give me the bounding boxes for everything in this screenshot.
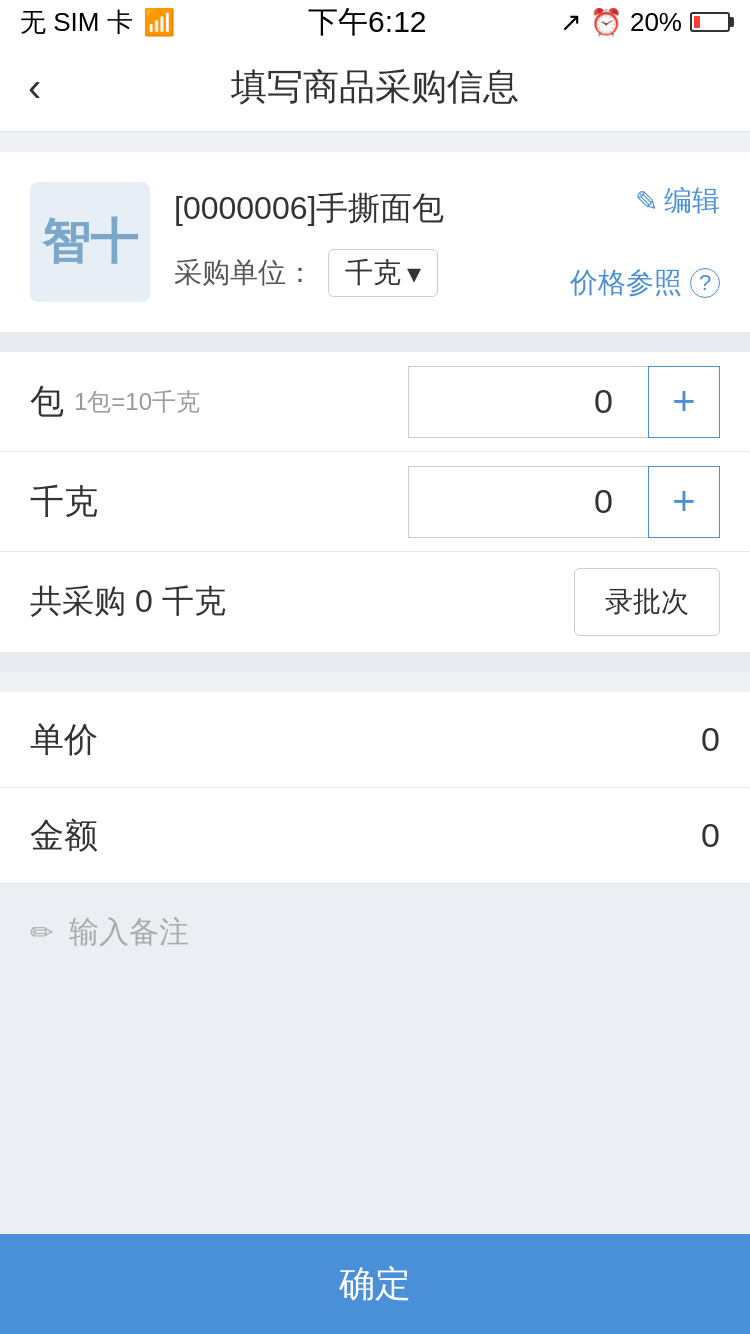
edit-label: 编辑: [664, 182, 720, 220]
confirm-label: 确定: [339, 1260, 411, 1309]
edit-icon: ✎: [635, 185, 658, 218]
unit-label: 采购单位：: [174, 254, 314, 292]
unit-price-label: 单价: [30, 717, 701, 763]
amount-label: 金额: [30, 813, 701, 859]
amount-row: 金额 0: [0, 788, 750, 884]
confirm-button[interactable]: 确定: [0, 1234, 750, 1334]
summary-section: 共采购 0 千克 录批次: [0, 552, 750, 652]
record-batch-button[interactable]: 录批次: [574, 568, 720, 636]
price-ref-help-icon: ?: [690, 268, 720, 298]
input-section: 包 1包=10千克 + 千克 +: [0, 352, 750, 552]
bag-label: 包: [30, 379, 64, 425]
price-ref-label: 价格参照: [570, 264, 682, 302]
remark-placeholder: 输入备注: [69, 912, 189, 953]
summary-text: 共采购 0 千克: [30, 580, 574, 624]
status-time: 下午6:12: [308, 2, 426, 43]
product-logo: 智十: [42, 218, 138, 266]
location-icon: ↗: [560, 7, 582, 38]
kg-plus-button[interactable]: +: [648, 466, 720, 538]
unit-select[interactable]: 千克 ▾: [328, 249, 438, 297]
pencil-icon: ✏: [30, 916, 53, 949]
alarm-icon: ⏰: [590, 7, 622, 38]
battery-percent: 20%: [630, 7, 682, 38]
bag-plus-button[interactable]: +: [648, 366, 720, 438]
status-bar: 无 SIM 卡 📶 下午6:12 ↗ ⏰ 20%: [0, 0, 750, 44]
kg-input-row: 千克 +: [0, 452, 750, 552]
amount-value: 0: [701, 816, 720, 855]
kg-input[interactable]: [408, 466, 648, 538]
wifi-icon: 📶: [143, 7, 175, 38]
bag-input-row: 包 1包=10千克 +: [0, 352, 750, 452]
bag-input-right: +: [408, 366, 720, 438]
carrier-label: 无 SIM 卡: [20, 5, 133, 40]
divider-2: [0, 652, 750, 672]
status-left: 无 SIM 卡 📶: [20, 5, 175, 40]
product-image: 智十: [30, 182, 150, 302]
summary-row: 共采购 0 千克 录批次: [0, 552, 750, 652]
price-section: 单价 0 金额 0: [0, 692, 750, 884]
unit-value: 千克: [345, 254, 401, 292]
product-card: 智十 [0000006]手撕面包 采购单位： 千克 ▾ ✎ 编辑 价格参照 ?: [0, 152, 750, 332]
price-ref-button[interactable]: 价格参照 ?: [570, 264, 720, 302]
edit-button[interactable]: ✎ 编辑: [635, 182, 720, 220]
nav-bar: ‹ 填写商品采购信息: [0, 44, 750, 132]
battery-icon: [690, 12, 730, 32]
page-title: 填写商品采购信息: [231, 63, 519, 112]
back-button[interactable]: ‹: [28, 65, 41, 110]
bag-input[interactable]: [408, 366, 648, 438]
divider-1: [0, 332, 750, 352]
remark-section[interactable]: ✏ 输入备注: [0, 884, 750, 981]
unit-chevron-icon: ▾: [407, 257, 421, 290]
kg-input-right: +: [408, 466, 720, 538]
bag-sublabel: 1包=10千克: [74, 386, 408, 418]
unit-price-row: 单价 0: [0, 692, 750, 788]
kg-label: 千克: [30, 479, 98, 525]
status-right: ↗ ⏰ 20%: [560, 7, 730, 38]
unit-price-value: 0: [701, 720, 720, 759]
